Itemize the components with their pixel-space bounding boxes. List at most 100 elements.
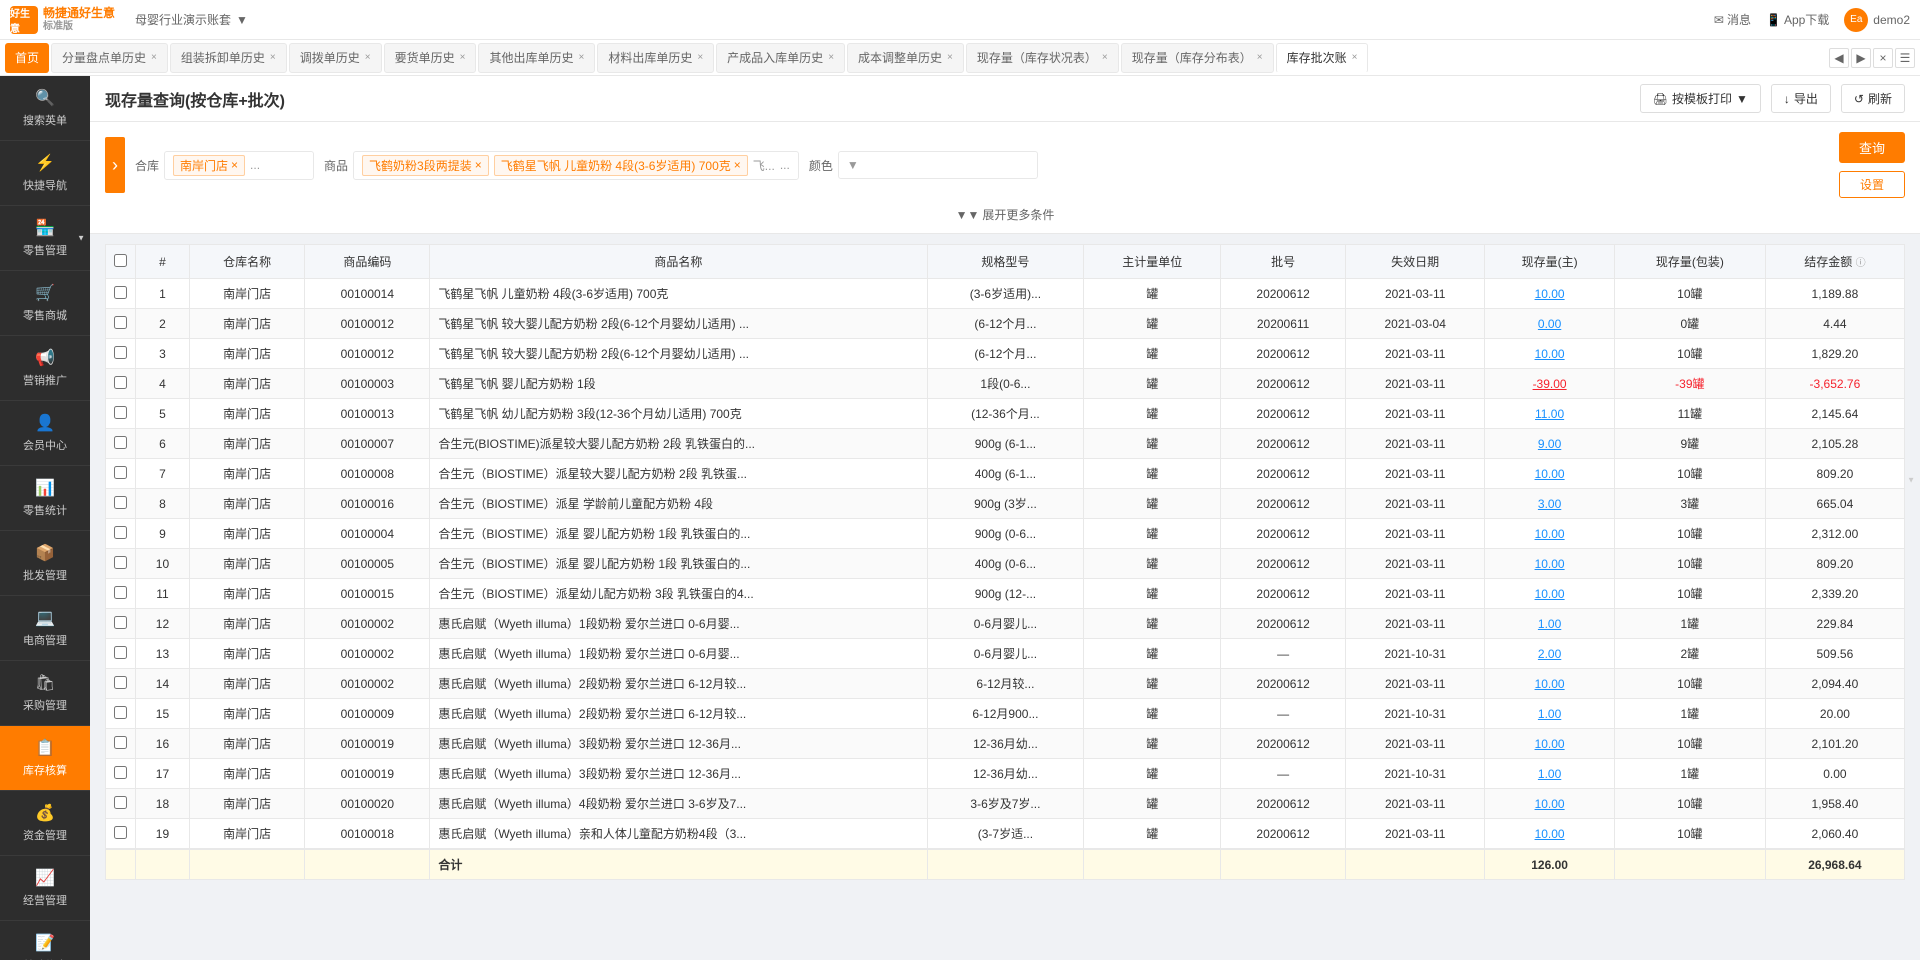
cell-checkbox[interactable] — [106, 759, 136, 789]
tab-batch-voucher[interactable]: 库存批次账 × — [1276, 43, 1369, 73]
refresh-btn[interactable]: ↺ 刷新 — [1841, 84, 1905, 113]
cell-qty-main[interactable]: 10.00 — [1485, 729, 1615, 759]
cell-qty-main[interactable]: 3.00 — [1485, 489, 1615, 519]
close-tab-product-in[interactable]: × — [828, 52, 834, 63]
tab-cost-adjust[interactable]: 成本调整单历史 × — [847, 43, 964, 73]
close-tab-demand[interactable]: × — [460, 52, 466, 63]
close-tab-adjust[interactable]: × — [365, 52, 371, 63]
tab-home[interactable]: 首页 — [5, 43, 49, 73]
sidebar-item-basic[interactable]: 📝 基础信息 — [0, 921, 90, 960]
sidebar-item-ecommerce[interactable]: 💻 电商管理 — [0, 596, 90, 661]
tab-close-btn[interactable]: × — [1873, 48, 1893, 68]
cell-qty-main[interactable]: 10.00 — [1485, 279, 1615, 309]
sidebar-item-retail-shop[interactable]: 🛒 零售商城 — [0, 271, 90, 336]
cell-qty-main[interactable]: 10.00 — [1485, 579, 1615, 609]
sidebar-item-wholesale[interactable]: 📦 批发管理 ▼ — [0, 531, 90, 596]
cell-checkbox[interactable] — [106, 789, 136, 819]
cell-qty-main[interactable]: 1.00 — [1485, 699, 1615, 729]
color-tag-group[interactable]: ▼ — [838, 151, 1038, 179]
close-tab-cost-adjust[interactable]: × — [947, 52, 953, 63]
cell-qty-main[interactable]: 0.00 — [1485, 309, 1615, 339]
cell-qty-main[interactable]: 10.00 — [1485, 789, 1615, 819]
cell-checkbox[interactable] — [106, 369, 136, 399]
export-btn[interactable]: ↓ 导出 — [1771, 84, 1831, 113]
tab-disassemble[interactable]: 组装拆卸单历史 × — [170, 43, 287, 73]
cell-qty-main[interactable]: 2.00 — [1485, 639, 1615, 669]
filter-expand-btn[interactable]: › — [105, 137, 125, 193]
remove-product-tag-2[interactable]: × — [734, 158, 741, 172]
print-btn[interactable]: 🖨 按模板打印 ▼ — [1640, 84, 1761, 113]
tab-material-out[interactable]: 材料出库单历史 × — [597, 43, 714, 73]
cell-checkbox[interactable] — [106, 519, 136, 549]
tab-inventory-dist[interactable]: 现存量（库存分布表） × — [1121, 43, 1274, 73]
remove-warehouse-tag[interactable]: × — [231, 158, 238, 172]
cell-qty-main[interactable]: 10.00 — [1485, 339, 1615, 369]
cell-checkbox[interactable] — [106, 309, 136, 339]
cell-qty-main[interactable]: 10.00 — [1485, 669, 1615, 699]
remove-product-tag-1[interactable]: × — [475, 158, 482, 172]
cell-qty-main[interactable]: 10.00 — [1485, 519, 1615, 549]
setting-btn[interactable]: 设置 — [1839, 171, 1905, 198]
close-tab-other-out[interactable]: × — [578, 52, 584, 63]
sidebar-item-purchase[interactable]: 🛍 采购管理 — [0, 661, 90, 726]
cell-qty-main[interactable]: -39.00 — [1485, 369, 1615, 399]
cell-checkbox[interactable] — [106, 549, 136, 579]
sidebar-item-retail[interactable]: 🏪 零售管理 ▼ — [0, 206, 90, 271]
cell-qty-main[interactable]: 1.00 — [1485, 609, 1615, 639]
sidebar-item-search[interactable]: 🔍 搜索英单 — [0, 76, 90, 141]
cell-checkbox[interactable] — [106, 459, 136, 489]
expand-more-btn[interactable]: ▼▼ 展开更多条件 — [105, 206, 1905, 223]
amount-info-icon[interactable]: ⓘ — [1856, 258, 1866, 269]
tab-other-out[interactable]: 其他出库单历史 × — [478, 43, 595, 73]
tab-menu-btn[interactable]: ☰ — [1895, 48, 1915, 68]
cell-checkbox[interactable] — [106, 669, 136, 699]
cell-checkbox[interactable] — [106, 609, 136, 639]
close-tab-batch[interactable]: × — [1352, 52, 1358, 63]
sidebar-item-retail-stats[interactable]: 📊 零售统计 — [0, 466, 90, 531]
select-all-checkbox[interactable] — [114, 254, 127, 267]
product-tag-1[interactable]: 飞鹤奶粉3段两提装 × — [362, 155, 489, 176]
cell-checkbox[interactable] — [106, 489, 136, 519]
sidebar-item-inventory[interactable]: 📋 库存核算 — [0, 726, 90, 791]
close-tab-inv-status[interactable]: × — [1102, 52, 1108, 63]
tab-split-history[interactable]: 分量盘点单历史 × — [51, 43, 168, 73]
cell-checkbox[interactable] — [106, 399, 136, 429]
account-dropdown[interactable]: 母婴行业演示账套 ▼ — [135, 11, 248, 28]
cell-qty-main[interactable]: 11.00 — [1485, 399, 1615, 429]
close-tab-material-out[interactable]: × — [697, 52, 703, 63]
cell-checkbox[interactable] — [106, 699, 136, 729]
close-tab-disassemble[interactable]: × — [270, 52, 276, 63]
cell-checkbox[interactable] — [106, 729, 136, 759]
tab-adjust[interactable]: 调拨单历史 × — [289, 43, 382, 73]
th-check[interactable] — [106, 245, 136, 279]
product-tag-2[interactable]: 飞鹤星飞帆 儿童奶粉 4段(3-6岁适用) 700克 × — [494, 155, 748, 176]
user-profile[interactable]: Ea demo2 — [1844, 8, 1910, 32]
cell-checkbox[interactable] — [106, 279, 136, 309]
tab-next-btn[interactable]: ▶ — [1851, 48, 1871, 68]
cell-qty-main[interactable]: 1.00 — [1485, 759, 1615, 789]
tab-prev-btn[interactable]: ◀ — [1829, 48, 1849, 68]
sidebar-item-finance[interactable]: 💰 资金管理 — [0, 791, 90, 856]
cell-checkbox[interactable] — [106, 819, 136, 850]
query-btn[interactable]: 查询 — [1839, 132, 1905, 163]
cell-qty-main[interactable]: 10.00 — [1485, 459, 1615, 489]
sidebar-item-marketing[interactable]: 📢 营销推广 — [0, 336, 90, 401]
tab-inventory-status[interactable]: 现存量（库存状况表） × — [966, 43, 1119, 73]
product-tag-group[interactable]: 飞鹤奶粉3段两提装 × 飞鹤星飞帆 儿童奶粉 4段(3-6岁适用) 700克 ×… — [353, 151, 799, 180]
close-tab-split[interactable]: × — [151, 52, 157, 63]
tab-product-in[interactable]: 产成品入库单历史 × — [716, 43, 845, 73]
cell-qty-main[interactable]: 10.00 — [1485, 819, 1615, 850]
cell-checkbox[interactable] — [106, 429, 136, 459]
cell-qty-main[interactable]: 10.00 — [1485, 549, 1615, 579]
sidebar-item-member[interactable]: 👤 会员中心 — [0, 401, 90, 466]
cell-qty-main[interactable]: 9.00 — [1485, 429, 1615, 459]
tab-demand[interactable]: 要货单历史 × — [384, 43, 477, 73]
message-btn[interactable]: ✉ 消息 — [1714, 11, 1751, 28]
close-tab-inv-dist[interactable]: × — [1257, 52, 1263, 63]
cell-checkbox[interactable] — [106, 339, 136, 369]
sidebar-item-operation[interactable]: 📈 经营管理 — [0, 856, 90, 921]
cell-checkbox[interactable] — [106, 579, 136, 609]
warehouse-tag-nanangan[interactable]: 南岸门店 × — [173, 155, 245, 176]
cell-checkbox[interactable] — [106, 639, 136, 669]
warehouse-tag-group[interactable]: 南岸门店 × ... — [164, 151, 314, 180]
